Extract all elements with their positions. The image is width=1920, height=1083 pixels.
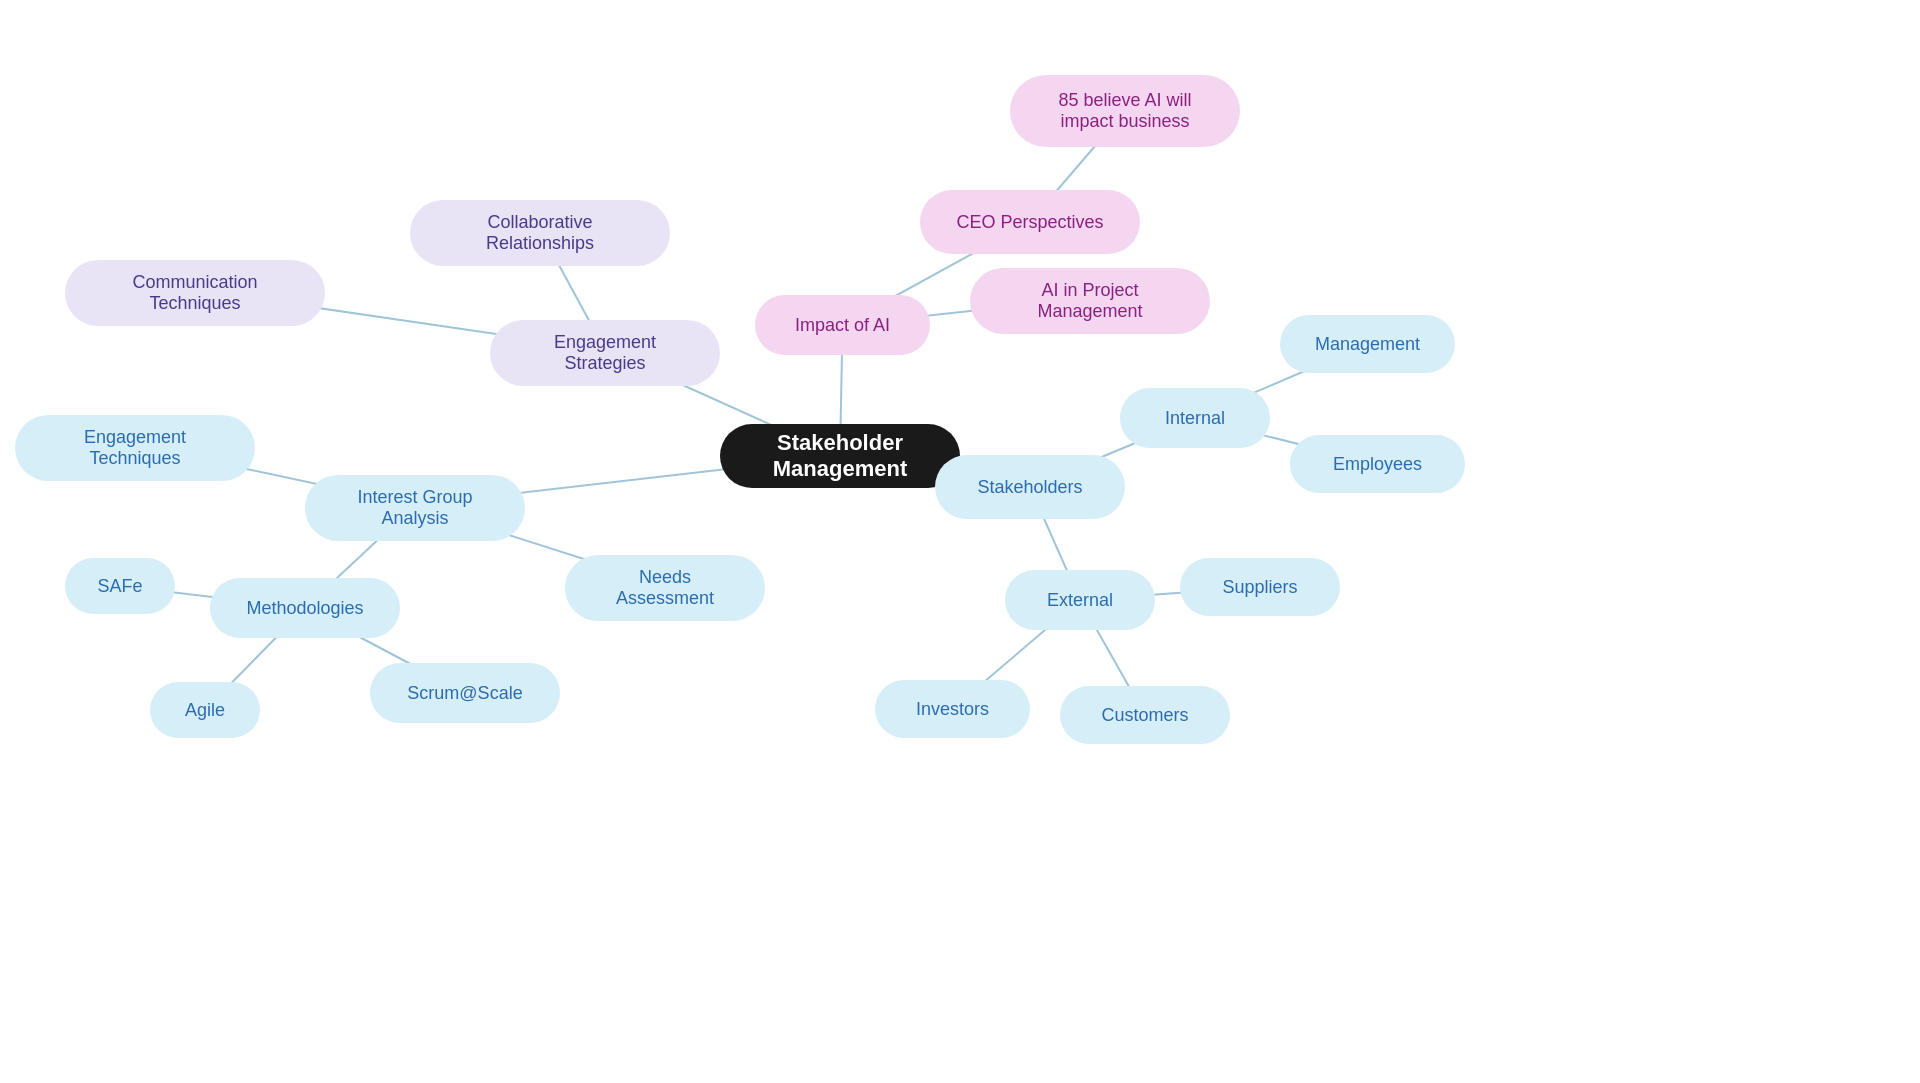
node-employees[interactable]: Employees bbox=[1290, 435, 1465, 493]
connections-svg bbox=[0, 0, 1920, 1083]
node-external[interactable]: External bbox=[1005, 570, 1155, 630]
node-center[interactable]: Stakeholder Management bbox=[720, 424, 960, 488]
node-stakeholders[interactable]: Stakeholders bbox=[935, 455, 1125, 519]
node-85-believe[interactable]: 85 believe AI will impact business bbox=[1010, 75, 1240, 147]
node-investors[interactable]: Investors bbox=[875, 680, 1030, 738]
node-interest-group-analysis[interactable]: Interest Group Analysis bbox=[305, 475, 525, 541]
node-suppliers[interactable]: Suppliers bbox=[1180, 558, 1340, 616]
node-agile[interactable]: Agile bbox=[150, 682, 260, 738]
node-internal[interactable]: Internal bbox=[1120, 388, 1270, 448]
node-ceo-perspectives[interactable]: CEO Perspectives bbox=[920, 190, 1140, 254]
node-impact-of-ai[interactable]: Impact of AI bbox=[755, 295, 930, 355]
node-collaborative-relationships[interactable]: Collaborative Relationships bbox=[410, 200, 670, 266]
node-engagement-strategies[interactable]: Engagement Strategies bbox=[490, 320, 720, 386]
node-management[interactable]: Management bbox=[1280, 315, 1455, 373]
node-scrum-at-scale[interactable]: Scrum@Scale bbox=[370, 663, 560, 723]
node-ai-project-mgmt[interactable]: AI in Project Management bbox=[970, 268, 1210, 334]
mind-map-container: Stakeholder ManagementEngagement Strateg… bbox=[0, 0, 1920, 1083]
node-needs-assessment[interactable]: Needs Assessment bbox=[565, 555, 765, 621]
node-customers[interactable]: Customers bbox=[1060, 686, 1230, 744]
node-engagement-techniques[interactable]: Engagement Techniques bbox=[15, 415, 255, 481]
node-safe[interactable]: SAFe bbox=[65, 558, 175, 614]
node-methodologies[interactable]: Methodologies bbox=[210, 578, 400, 638]
node-communication-techniques[interactable]: Communication Techniques bbox=[65, 260, 325, 326]
